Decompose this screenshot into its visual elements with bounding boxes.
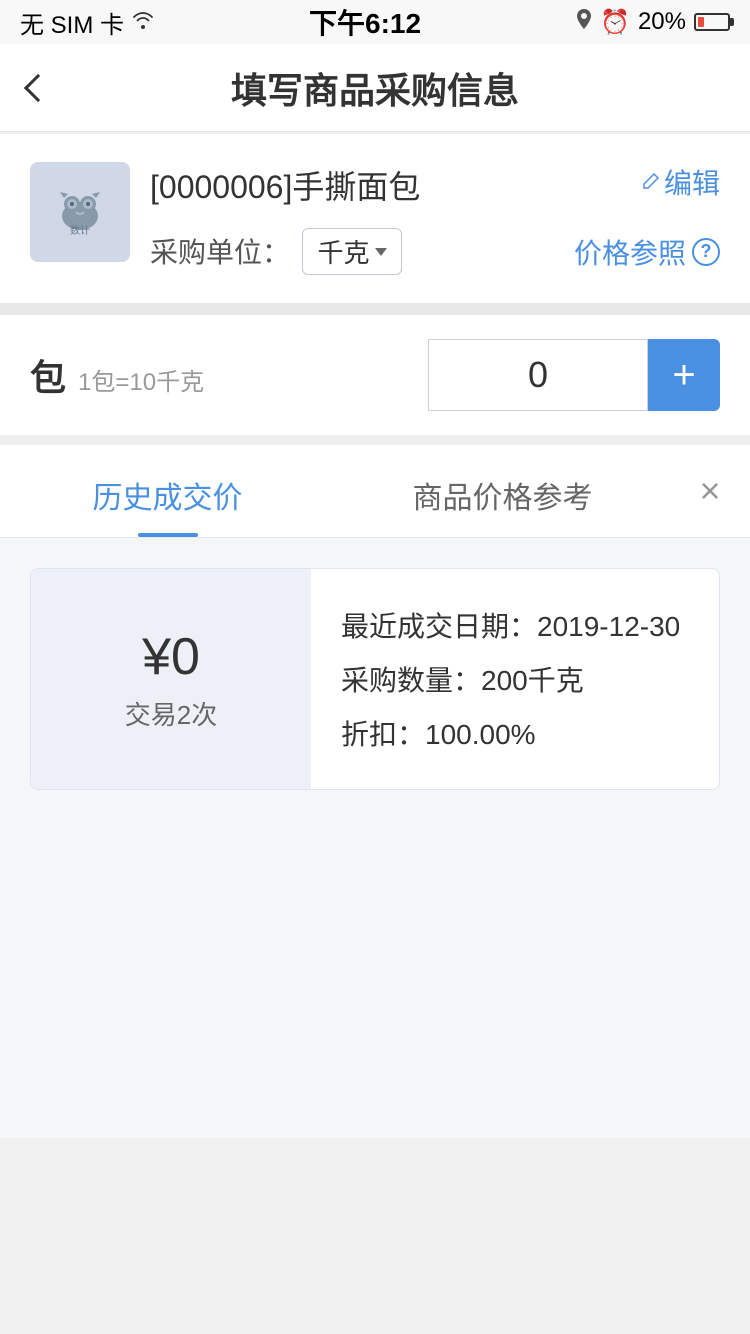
back-button[interactable]	[28, 78, 48, 98]
tab-history-price-label: 历史成交价	[93, 482, 243, 515]
yen-symbol: ¥	[142, 628, 171, 686]
transaction-discount-row: 折扣：100.00%	[341, 713, 689, 753]
unit-selector-group: 采购单位： 千克	[150, 228, 402, 275]
transaction-date-row: 最近成交日期：2019-12-30	[341, 605, 689, 645]
quantity-plus-button[interactable]: +	[648, 339, 720, 411]
product-name: [0000006]手撕面包	[150, 162, 420, 208]
unit-select[interactable]: 千克	[302, 228, 402, 275]
product-logo: 数计	[50, 178, 110, 246]
price-ref-button[interactable]: 价格参照 ?	[574, 232, 720, 272]
carrier-text: 无 SIM 卡	[20, 5, 124, 40]
close-icon: ×	[699, 470, 720, 512]
quantity-label-group: 包 1包=10千克	[30, 349, 204, 401]
product-header: [0000006]手撕面包 编辑	[150, 162, 720, 208]
qty-label: 采购数量：	[341, 665, 481, 696]
back-arrow-icon	[24, 73, 52, 101]
wifi-icon	[132, 8, 154, 36]
quantity-row: 包 1包=10千克 +	[0, 315, 750, 435]
tab-price-reference-label: 商品价格参考	[413, 482, 593, 515]
product-card: 数计 [0000006]手撕面包 编辑 采购单位： 千克 价格参照	[0, 134, 750, 303]
product-info: [0000006]手撕面包 编辑 采购单位： 千克 价格参照 ?	[150, 162, 720, 275]
help-icon: ?	[692, 238, 720, 266]
section-divider	[0, 303, 750, 315]
panel-area: ¥0 交易2次 最近成交日期：2019-12-30 采购数量：200千克 折扣：…	[0, 538, 750, 1138]
tab-history-price[interactable]: 历史成交价	[0, 445, 335, 537]
date-value: 2019-12-30	[537, 611, 680, 642]
discount-label: 折扣：	[341, 719, 425, 750]
price-amount: 0	[171, 628, 200, 686]
qty-value: 200千克	[481, 665, 584, 696]
unit-value: 千克	[317, 233, 369, 270]
location-icon	[576, 8, 592, 36]
discount-value: 100.00%	[425, 719, 536, 750]
quantity-input-group: +	[428, 339, 720, 411]
time-display: 下午6:12	[309, 2, 421, 42]
tabs-container: 历史成交价 商品价格参考 ×	[0, 445, 750, 538]
status-left: 无 SIM 卡	[20, 5, 154, 40]
quantity-unit-main: 包	[30, 349, 66, 401]
tab-price-reference[interactable]: 商品价格参考	[335, 445, 670, 537]
svg-text:数计: 数计	[70, 224, 90, 237]
transaction-price: ¥0	[142, 627, 200, 687]
plus-icon: +	[672, 355, 695, 395]
status-bar: 无 SIM 卡 下午6:12 ⏰ 20%	[0, 0, 750, 44]
quantity-unit-sub: 1包=10千克	[78, 362, 204, 397]
date-label: 最近成交日期：	[341, 611, 537, 642]
page-title: 填写商品采购信息	[231, 62, 519, 114]
battery-icon	[694, 13, 730, 31]
price-ref-label: 价格参照	[574, 232, 686, 272]
transaction-qty-row: 采购数量：200千克	[341, 659, 689, 699]
alarm-icon: ⏰	[600, 8, 630, 37]
unit-dropdown-arrow	[375, 248, 387, 256]
edit-button[interactable]: 编辑	[640, 162, 720, 202]
product-unit-row: 采购单位： 千克 价格参照 ?	[150, 228, 720, 275]
unit-label: 采购单位：	[150, 237, 290, 268]
transaction-price-summary: ¥0 交易2次	[31, 569, 311, 789]
battery-percent: 20%	[638, 8, 686, 36]
transaction-details: 最近成交日期：2019-12-30 采购数量：200千克 折扣：100.00%	[311, 569, 719, 789]
status-right: ⏰ 20%	[576, 8, 730, 37]
tab-close-button[interactable]: ×	[670, 470, 750, 512]
header-nav: 填写商品采购信息	[0, 44, 750, 132]
quantity-input[interactable]	[428, 339, 648, 411]
transaction-card: ¥0 交易2次 最近成交日期：2019-12-30 采购数量：200千克 折扣：…	[30, 568, 720, 790]
edit-icon	[640, 172, 660, 192]
transaction-count: 交易2次	[125, 695, 217, 732]
product-image: 数计	[30, 162, 130, 262]
